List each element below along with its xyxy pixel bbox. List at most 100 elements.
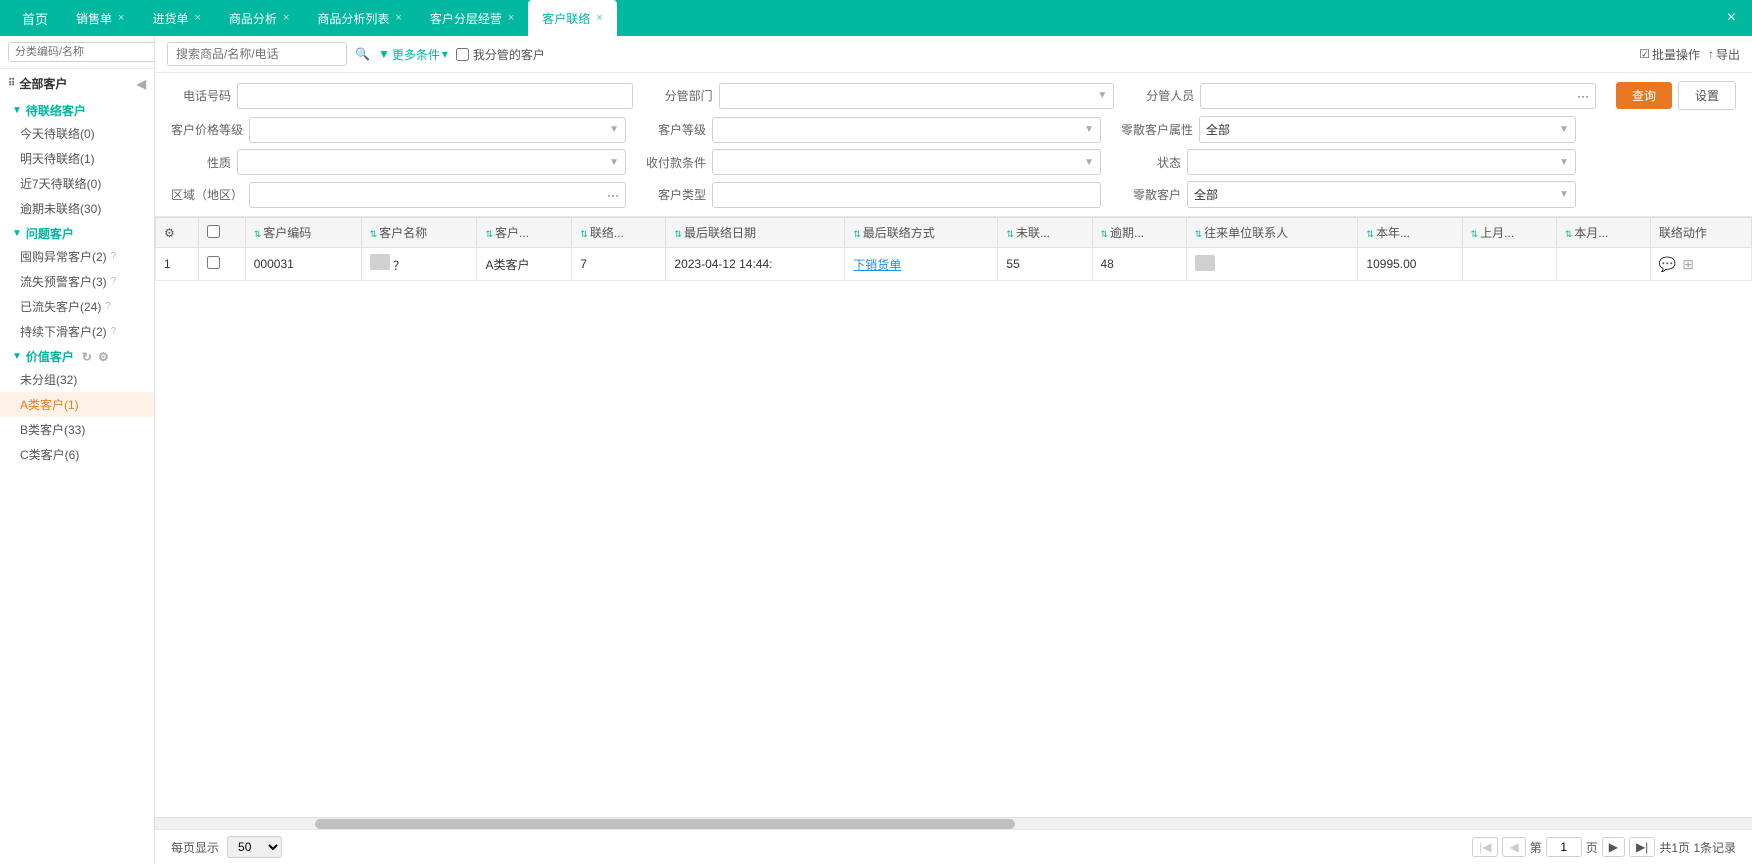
col-last-method[interactable]: ⇅最后联络方式	[845, 218, 998, 248]
col-unit-contact[interactable]: ⇅往来单位联系人	[1186, 218, 1358, 248]
all-customers-header[interactable]: ⠿ 全部客户 ◀	[0, 69, 154, 98]
phone-input[interactable]	[237, 83, 633, 109]
group-value-customers[interactable]: ▼ 价值客户 ↻ ⚙	[0, 344, 154, 367]
group-arrow-2: ▼	[12, 228, 22, 239]
row-select-checkbox[interactable]	[207, 256, 220, 269]
col-checkbox[interactable]	[199, 218, 246, 248]
retail-customer-select[interactable]: 全部 ▼	[1187, 181, 1576, 208]
row-overdue: 48	[1092, 248, 1186, 281]
col-last-date[interactable]: ⇅最后联络日期	[666, 218, 845, 248]
col-settings[interactable]: ⚙	[156, 218, 199, 248]
status-select[interactable]: ▼	[1187, 149, 1576, 175]
message-icon[interactable]: 💬	[1659, 256, 1676, 273]
person-select[interactable]: ···	[1200, 83, 1596, 109]
sidebar-item-declining[interactable]: 持续下滑客户(2) ?	[0, 319, 154, 344]
sidebar-item-churn-warning[interactable]: 流失预警客户(3) ?	[0, 269, 154, 294]
sidebar-item-tomorrow[interactable]: 明天待联络(1)	[0, 146, 154, 171]
export-btn[interactable]: ↑ 导出	[1708, 46, 1740, 63]
help-icon-2[interactable]: ?	[111, 276, 117, 287]
group-problem-customers[interactable]: ▼ 问题客户	[0, 221, 154, 244]
customer-type-select[interactable]	[712, 182, 1101, 208]
nav-home[interactable]: 首页	[8, 0, 62, 36]
last-page-btn[interactable]: ▶|	[1629, 837, 1655, 857]
col-uncontacted[interactable]: ⇅未联...	[998, 218, 1092, 248]
customer-level-select[interactable]: ▼	[712, 117, 1101, 143]
collapse-sidebar-btn[interactable]: ◀	[137, 77, 146, 91]
first-page-btn[interactable]: |◀	[1472, 837, 1498, 857]
nav-customer-segment[interactable]: 客户分层经营 ×	[416, 0, 528, 36]
close-purchase-tab[interactable]: ×	[194, 12, 200, 24]
action-icons: 💬 ⊞	[1659, 256, 1743, 273]
payment-select[interactable]: ▼	[712, 149, 1101, 175]
scrollbar-thumb[interactable]	[315, 819, 1015, 829]
close-all-tabs[interactable]: ×	[1719, 9, 1744, 27]
row-last-method[interactable]: 下销货单	[845, 248, 998, 281]
more-filters-btn[interactable]: ▼ 更多条件 ▾	[378, 46, 448, 63]
page-size-select[interactable]: 20 50 100	[227, 836, 282, 858]
retail-attr-select[interactable]: 全部 ▼	[1199, 116, 1576, 143]
main-search-input[interactable]	[167, 42, 347, 66]
close-segment-tab[interactable]: ×	[508, 12, 514, 24]
col-this-year[interactable]: ⇅本年...	[1358, 218, 1462, 248]
col-this-month[interactable]: ⇅本月...	[1556, 218, 1650, 248]
close-contact-tab[interactable]: ×	[596, 12, 602, 24]
select-all-checkbox[interactable]	[207, 225, 220, 238]
page-number-input[interactable]	[1546, 837, 1582, 857]
nav-purchase[interactable]: 进货单 ×	[138, 0, 214, 36]
my-customers-checkbox-area[interactable]: 我分管的客户	[456, 46, 545, 63]
help-icon-3[interactable]: ?	[105, 301, 111, 312]
sidebar-search-input[interactable]	[8, 42, 155, 62]
group-pending-contact[interactable]: ▼ 待联络客户	[0, 98, 154, 121]
sidebar-item-hoard-anomaly[interactable]: 囤购异常客户(2) ?	[0, 244, 154, 269]
my-customers-checkbox[interactable]	[456, 48, 469, 61]
filter-person: 分管人员 ···	[1134, 83, 1616, 109]
region-select[interactable]: ···	[249, 182, 626, 208]
horizontal-scrollbar[interactable]	[155, 817, 1752, 829]
prev-page-btn[interactable]: ◀	[1502, 837, 1525, 857]
sidebar-item-overdue[interactable]: 逾期未联络(30)	[0, 196, 154, 221]
col-name[interactable]: ⇅客户名称	[361, 218, 477, 248]
col-overdue[interactable]: ⇅逾期...	[1092, 218, 1186, 248]
col-last-month[interactable]: ⇅上月...	[1462, 218, 1556, 248]
nature-select[interactable]: ▼	[237, 149, 626, 175]
region-label: 区域（地区）	[171, 186, 243, 203]
col-code[interactable]: ⇅客户编码	[245, 218, 361, 248]
sidebar-item-today[interactable]: 今天待联络(0)	[0, 121, 154, 146]
sidebar-item-c-class[interactable]: C类客户(6)	[0, 442, 154, 467]
sidebar-item-b-class[interactable]: B类客户(33)	[0, 417, 154, 442]
help-icon-4[interactable]: ?	[111, 326, 117, 337]
sidebar-item-a-class[interactable]: A类客户(1)	[0, 392, 154, 417]
customer-type-label: 客户类型	[646, 186, 706, 203]
row-checkbox[interactable]	[199, 248, 246, 281]
dept-select[interactable]: ▼	[719, 83, 1115, 109]
col-customer-type[interactable]: ⇅客户...	[477, 218, 572, 248]
settings-value-icon[interactable]: ⚙	[98, 350, 109, 364]
close-product-analysis-tab[interactable]: ×	[283, 12, 289, 24]
col-contact-count[interactable]: ⇅联络...	[572, 218, 666, 248]
price-level-select[interactable]: ▼	[249, 117, 626, 143]
close-product-list-tab[interactable]: ×	[395, 12, 401, 24]
nav-product-analysis[interactable]: 商品分析 ×	[215, 0, 303, 36]
sidebar-item-7days[interactable]: 近7天待联络(0)	[0, 171, 154, 196]
batch-op-btn[interactable]: ☑ 批量操作	[1639, 46, 1700, 63]
qr-icon[interactable]: ⊞	[1682, 256, 1694, 273]
row-unit-contact	[1186, 248, 1358, 281]
nav-sales[interactable]: 销售单 ×	[62, 0, 138, 36]
group-label-3: 价值客户	[26, 348, 74, 365]
filter-dept: 分管部门 ▼	[653, 83, 1135, 109]
next-page-btn[interactable]: ▶	[1602, 837, 1625, 857]
my-customers-label: 我分管的客户	[473, 46, 545, 63]
query-button[interactable]: 查询	[1616, 82, 1672, 109]
last-method-link[interactable]: 下销货单	[853, 258, 901, 272]
main-search-icon[interactable]: 🔍	[355, 47, 370, 61]
row-last-month	[1462, 248, 1556, 281]
nav-product-analysis-list[interactable]: 商品分析列表 ×	[303, 0, 415, 36]
help-icon-1[interactable]: ?	[111, 251, 117, 262]
refresh-icon[interactable]: ↻	[82, 350, 92, 364]
sidebar-item-churned[interactable]: 已流失客户(24) ?	[0, 294, 154, 319]
settings-button[interactable]: 设置	[1678, 81, 1736, 110]
sidebar-item-unclassified[interactable]: 未分组(32)	[0, 367, 154, 392]
total-records: 共1页 1条记录	[1659, 839, 1736, 856]
close-sales-tab[interactable]: ×	[118, 12, 124, 24]
nav-customer-contact[interactable]: 客户联络 ×	[528, 0, 616, 36]
